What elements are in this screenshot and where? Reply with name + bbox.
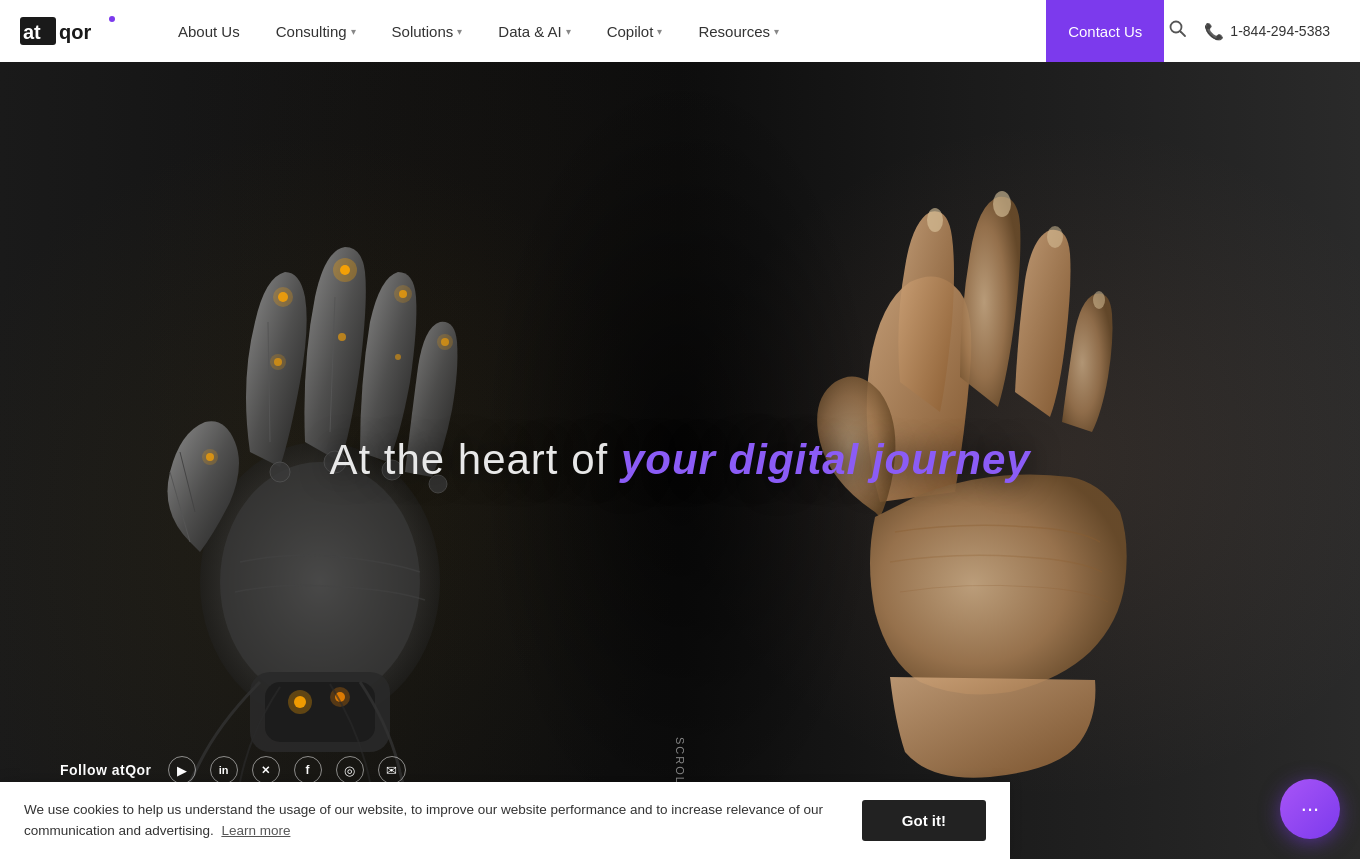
message-icon[interactable]: ✉	[378, 756, 406, 784]
navbar: at qor About Us Consulting ▾ Solutions ▾…	[0, 0, 1360, 62]
resources-chevron: ▾	[774, 26, 779, 37]
svg-point-1	[220, 462, 420, 702]
svg-point-33	[1093, 291, 1105, 309]
svg-point-11	[202, 449, 218, 465]
svg-point-19	[333, 258, 357, 282]
twitter-x-icon[interactable]: ✕	[252, 756, 280, 784]
nav-about-us[interactable]: About Us	[160, 0, 258, 62]
data-ai-chevron: ▾	[566, 26, 571, 37]
svg-text:at: at	[23, 21, 41, 43]
search-icon[interactable]	[1164, 15, 1192, 48]
solutions-chevron: ▾	[457, 26, 462, 37]
phone-icon: 📞	[1204, 22, 1224, 41]
nav-solutions[interactable]: Solutions ▾	[374, 0, 481, 62]
svg-point-23	[395, 354, 401, 360]
nav-contact-button[interactable]: Contact Us	[1046, 0, 1164, 62]
svg-rect-3	[265, 682, 375, 742]
phone-link[interactable]: 📞 1-844-294-5383	[1204, 22, 1330, 41]
svg-point-5	[288, 690, 312, 714]
svg-text:qor: qor	[59, 21, 91, 43]
human-hand-visual	[680, 82, 1360, 782]
chat-icon: ···	[1301, 796, 1319, 822]
cookie-message: We use cookies to help us understand the…	[24, 800, 842, 841]
nav-links: About Us Consulting ▾ Solutions ▾ Data &…	[160, 0, 1046, 62]
nav-copilot[interactable]: Copilot ▾	[589, 0, 681, 62]
hero-highlight: your digital journey	[621, 436, 1031, 483]
svg-point-32	[1047, 226, 1063, 248]
facebook-icon[interactable]: f	[294, 756, 322, 784]
svg-point-20	[338, 333, 346, 341]
linkedin-icon[interactable]: in	[210, 756, 238, 784]
instagram-icon[interactable]: ◎	[336, 756, 364, 784]
svg-point-31	[993, 191, 1011, 217]
logo[interactable]: at qor	[20, 13, 120, 49]
got-it-button[interactable]: Got it!	[862, 800, 986, 841]
svg-line-40	[1181, 31, 1186, 36]
copilot-chevron: ▾	[657, 26, 662, 37]
social-icons-container: ▶ in ✕ f ◎ ✉	[168, 756, 406, 784]
consulting-chevron: ▾	[351, 26, 356, 37]
svg-point-25	[437, 334, 453, 350]
nav-right: 📞 1-844-294-5383	[1164, 15, 1340, 48]
svg-point-14	[273, 287, 293, 307]
nav-consulting[interactable]: Consulting ▾	[258, 0, 374, 62]
svg-point-26	[270, 462, 290, 482]
nav-resources[interactable]: Resources ▾	[680, 0, 797, 62]
svg-point-38	[109, 16, 115, 22]
svg-point-39	[1171, 21, 1182, 32]
chat-button[interactable]: ···	[1280, 779, 1340, 839]
cookie-buttons: Got it!	[862, 800, 986, 841]
nav-data-ai[interactable]: Data & AI ▾	[480, 0, 588, 62]
learn-more-link[interactable]: Learn more	[221, 823, 290, 838]
svg-point-30	[927, 208, 943, 232]
hero-text: At the heart of your digital journey	[329, 436, 1030, 484]
hero-section: At the heart of your digital journey Fol…	[0, 0, 1360, 859]
follow-label: Follow atQor	[60, 762, 152, 778]
youtube-icon[interactable]: ▶	[168, 756, 196, 784]
hero-prefix: At the heart of	[329, 436, 621, 483]
cookie-banner: We use cookies to help us understand the…	[0, 782, 1010, 859]
logo-svg: at qor	[20, 13, 120, 49]
svg-point-22	[394, 285, 412, 303]
follow-bar: Follow atQor ▶ in ✕ f ◎ ✉	[60, 756, 406, 784]
svg-point-16	[270, 354, 286, 370]
